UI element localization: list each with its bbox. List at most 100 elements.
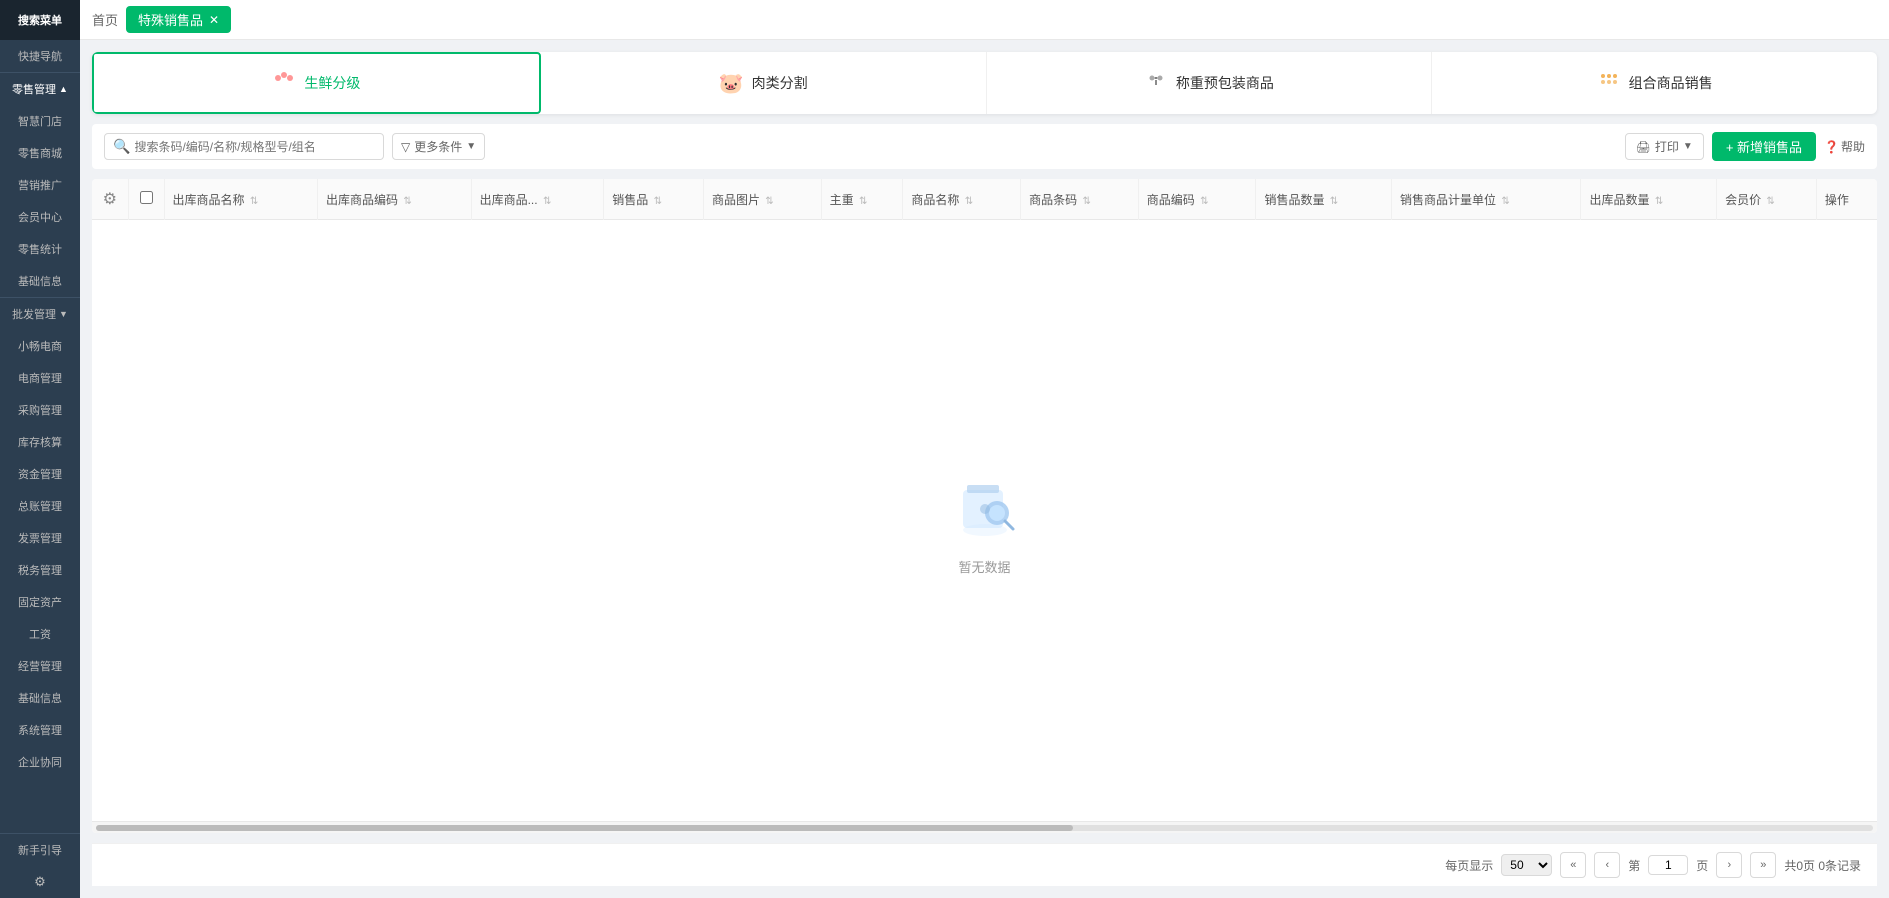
th-out-code: 出库商品编码 ⇅ — [318, 179, 472, 220]
th-image: 商品图片 ⇅ — [703, 179, 821, 220]
sort-icon-3: ⇅ — [543, 196, 551, 207]
category-tabs: 生鲜分级 🐷 肉类分割 称重预包装商品 — [92, 52, 1877, 114]
empty-text: 暂无数据 — [958, 557, 1010, 576]
sidebar-item-retail-mgmt[interactable]: 零售管理 ▲ — [0, 73, 80, 105]
tab-close-icon[interactable]: ✕ — [209, 13, 219, 27]
sidebar-item-basic-info2[interactable]: 基础信息 — [0, 682, 80, 714]
th-weight: 主重 ⇅ — [821, 179, 903, 220]
sidebar-item-ecommerce-mgmt[interactable]: 电商管理 — [0, 362, 80, 394]
sidebar-item-ecommerce-small[interactable]: 小畅电商 — [0, 330, 80, 362]
search-box[interactable]: 🔍 — [104, 133, 384, 160]
page-label-after: 页 — [1696, 857, 1708, 874]
sidebar-item-member[interactable]: 会员中心 — [0, 201, 80, 233]
sort-icon-12: ⇅ — [1655, 196, 1663, 207]
fresh-icon — [272, 68, 296, 98]
weight-icon — [1144, 68, 1168, 98]
sidebar-item-salary[interactable]: 工资 — [0, 618, 80, 650]
main-content: 首页 特殊销售品 ✕ 生鲜分级 🐷 肉类分割 — [80, 0, 1889, 898]
chevron-down-icon-print: ▼ — [1683, 141, 1693, 152]
th-member-price: 会员价 ⇅ — [1717, 179, 1817, 220]
meat-icon: 🐷 — [719, 71, 744, 96]
pagination: 每页显示 50 10 20 100 « ‹ 第 页 › » 共0页 0条记录 — [92, 843, 1877, 886]
th-operation: 操作 — [1816, 179, 1877, 220]
cat-tab-weight[interactable]: 称重预包装商品 — [987, 52, 1433, 114]
sidebar-section-wholesale: 批发管理 ▼ 小畅电商 电商管理 采购管理 库存核算 资金管理 总账管理 发票管… — [0, 297, 80, 778]
sidebar: 搜索菜单 快捷导航 零售管理 ▲ 智慧门店 零售商城 营销推广 会员中心 零售统… — [0, 0, 80, 898]
th-out-qty: 出库品数量 ⇅ — [1581, 179, 1717, 220]
sort-icon-5: ⇅ — [765, 196, 773, 207]
help-label: 帮助 — [1841, 138, 1865, 155]
th-out-spec: 出库商品... ⇅ — [471, 179, 604, 220]
tab-label: 特殊销售品 — [138, 10, 203, 29]
sidebar-item-biz-mgmt[interactable]: 经营管理 — [0, 650, 80, 682]
search-input[interactable] — [134, 140, 374, 154]
content-area: 生鲜分级 🐷 肉类分割 称重预包装商品 — [80, 40, 1889, 898]
sidebar-item-fixed-assets[interactable]: 固定资产 — [0, 586, 80, 618]
sidebar-item-retail-mall[interactable]: 零售商城 — [0, 137, 80, 169]
sidebar-item-tutorial[interactable]: 新手引导 — [0, 834, 80, 866]
next-page-button[interactable]: › — [1716, 852, 1742, 878]
sidebar-item-tax[interactable]: 税务管理 — [0, 554, 80, 586]
sort-icon-9: ⇅ — [1200, 196, 1208, 207]
sidebar-item-marketing[interactable]: 营销推广 — [0, 169, 80, 201]
print-icon: 🖨 — [1636, 140, 1651, 154]
sort-icon-8: ⇅ — [1082, 196, 1090, 207]
table-header: ⚙ 出库商品名称 ⇅ 出库商品编码 ⇅ 出库商品... ⇅ — [92, 179, 1877, 220]
table: ⚙ 出库商品名称 ⇅ 出库商品编码 ⇅ 出库商品... ⇅ — [92, 179, 1877, 220]
combo-icon — [1597, 68, 1621, 98]
sidebar-item-invoice[interactable]: 发票管理 — [0, 522, 80, 554]
active-tab[interactable]: 特殊销售品 ✕ — [126, 6, 231, 33]
sort-icon-13: ⇅ — [1766, 196, 1774, 207]
select-all-checkbox[interactable] — [140, 191, 153, 204]
print-button[interactable]: 🖨 打印 ▼ — [1625, 133, 1704, 160]
sidebar-item-finance[interactable]: 资金管理 — [0, 458, 80, 490]
horizontal-scrollbar[interactable] — [92, 821, 1877, 833]
cat-tab-combo[interactable]: 组合商品销售 — [1432, 52, 1877, 114]
filter-label: 更多条件 — [414, 138, 462, 155]
sidebar-item-system-mgmt[interactable]: 系统管理 — [0, 714, 80, 746]
sidebar-item-enterprise[interactable]: 企业协同 — [0, 746, 80, 778]
empty-state: 暂无数据 — [92, 220, 1877, 821]
sidebar-item-inventory[interactable]: 库存核算 — [0, 426, 80, 458]
sidebar-item-smart-store[interactable]: 智慧门店 — [0, 105, 80, 137]
first-page-button[interactable]: « — [1560, 852, 1586, 878]
topbar: 首页 特殊销售品 ✕ — [80, 0, 1889, 40]
page-size-select[interactable]: 50 10 20 100 — [1501, 854, 1552, 876]
cat-tab-fresh-label: 生鲜分级 — [304, 73, 360, 93]
page-input[interactable] — [1648, 855, 1688, 875]
sort-icon-4: ⇅ — [654, 196, 662, 207]
th-sale-item: 销售品 ⇅ — [604, 179, 704, 220]
sidebar-item-quick-nav[interactable]: 快捷导航 — [0, 40, 80, 72]
sidebar-gear-icon[interactable]: ⚙ — [0, 866, 80, 898]
help-icon: ❓ — [1824, 140, 1839, 154]
toolbar: 🔍 ▽ 更多条件 ▼ 🖨 打印 ▼ + 新增销售品 ❓ 帮助 — [92, 124, 1877, 169]
sidebar-logo[interactable]: 搜索菜单 — [0, 0, 80, 40]
sort-icon-6: ⇅ — [859, 196, 867, 207]
search-icon: 🔍 — [113, 138, 130, 155]
empty-icon — [945, 465, 1025, 545]
page-label-before: 第 — [1628, 857, 1640, 874]
sidebar-item-ledger[interactable]: 总账管理 — [0, 490, 80, 522]
th-settings[interactable]: ⚙ — [92, 179, 128, 220]
chevron-down-icon-filter: ▼ — [466, 141, 476, 152]
sidebar-item-basic-info[interactable]: 基础信息 — [0, 265, 80, 297]
sidebar-item-retail-stats[interactable]: 零售统计 — [0, 233, 80, 265]
breadcrumb-home[interactable]: 首页 — [92, 10, 118, 29]
print-label: 打印 — [1655, 138, 1679, 155]
sort-icon-7: ⇅ — [965, 196, 973, 207]
scrollbar-thumb[interactable] — [96, 825, 1073, 831]
cat-tab-fresh[interactable]: 生鲜分级 — [92, 52, 541, 114]
add-sale-button[interactable]: + 新增销售品 — [1712, 132, 1816, 161]
th-checkbox[interactable] — [128, 179, 164, 220]
filter-button[interactable]: ▽ 更多条件 ▼ — [392, 133, 485, 160]
prev-page-button[interactable]: ‹ — [1594, 852, 1620, 878]
sort-icon-2: ⇅ — [403, 196, 411, 207]
last-page-button[interactable]: » — [1750, 852, 1776, 878]
sidebar-item-purchase[interactable]: 采购管理 — [0, 394, 80, 426]
cat-tab-meat[interactable]: 🐷 肉类分割 — [541, 52, 987, 114]
cat-tab-combo-label: 组合商品销售 — [1629, 73, 1713, 93]
toolbar-right: 🖨 打印 ▼ + 新增销售品 ❓ 帮助 — [1625, 132, 1865, 161]
cat-tab-meat-label: 肉类分割 — [752, 73, 808, 93]
help-button[interactable]: ❓ 帮助 — [1824, 138, 1865, 155]
sidebar-item-wholesale-mgmt[interactable]: 批发管理 ▼ — [0, 298, 80, 330]
